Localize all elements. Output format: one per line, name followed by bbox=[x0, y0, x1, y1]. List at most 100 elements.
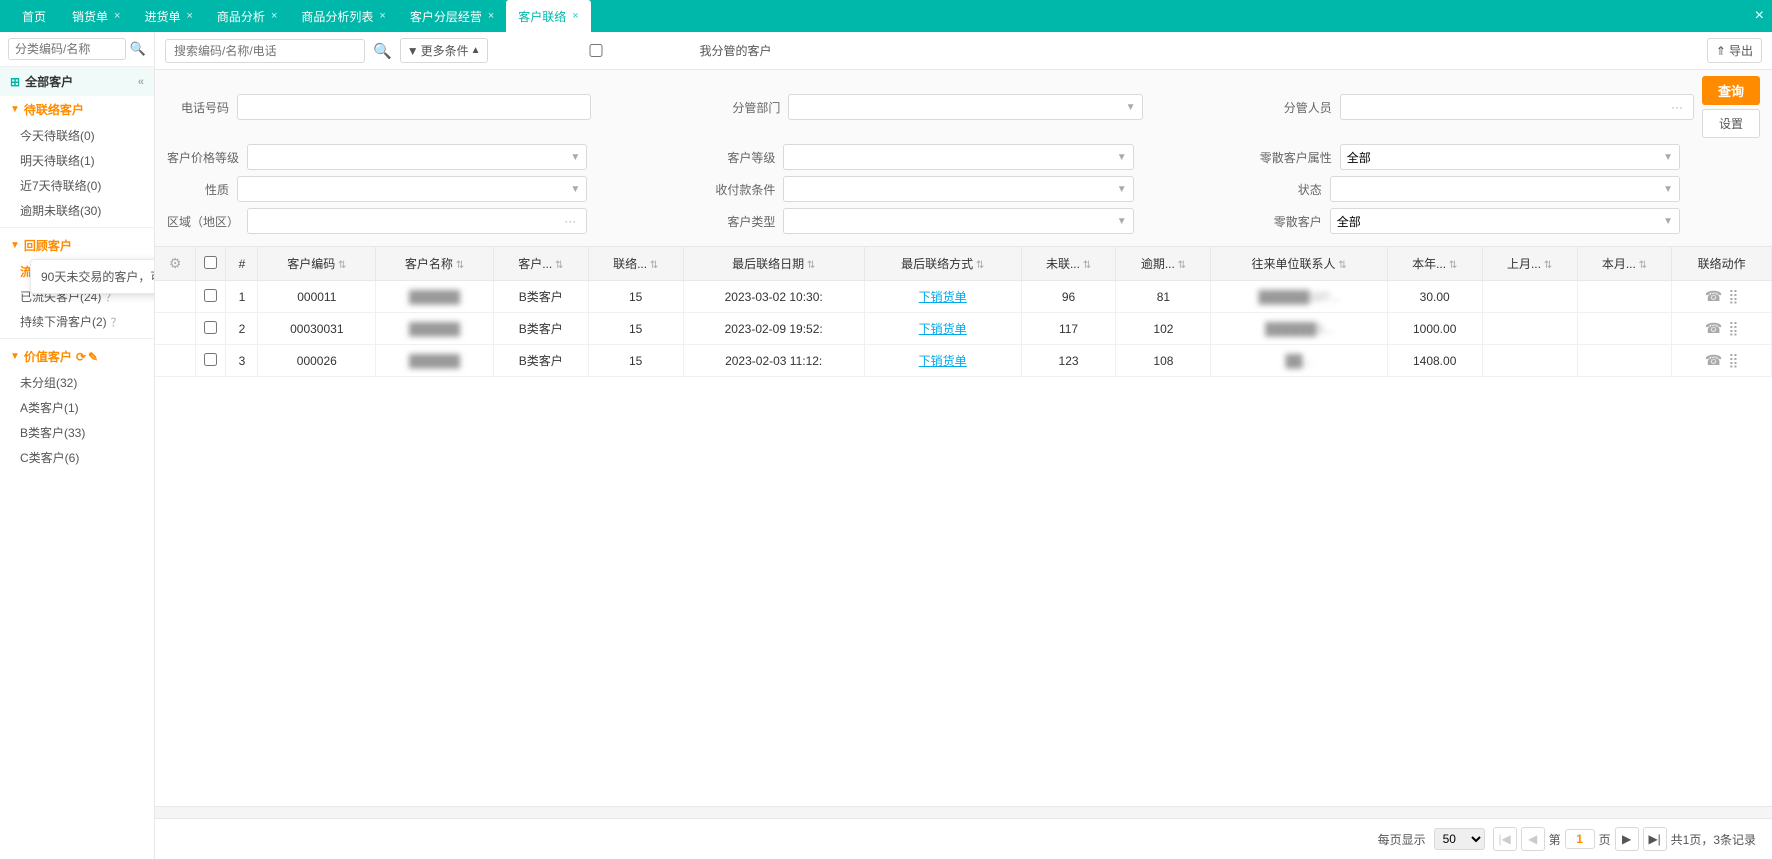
export-icon: ⇑ bbox=[1716, 44, 1726, 58]
action-contact-icon-2[interactable]: ☎ bbox=[1705, 352, 1722, 369]
sidebar-item-today[interactable]: 今天待联络(0) bbox=[0, 123, 154, 148]
th-overdue[interactable]: 逾期... bbox=[1116, 247, 1211, 281]
row-checkbox-2[interactable] bbox=[204, 353, 217, 366]
sidebar-search-icon[interactable]: 🔍 bbox=[130, 41, 146, 57]
current-page: 1 bbox=[1565, 829, 1595, 849]
action-contact-icon-0[interactable]: ☎ bbox=[1705, 288, 1722, 305]
th-this-year[interactable]: 本年... bbox=[1387, 247, 1482, 281]
query-button[interactable]: 查询 bbox=[1702, 76, 1760, 105]
th-code[interactable]: 客户编码 bbox=[258, 247, 376, 281]
collapse-sidebar-icon[interactable]: « bbox=[138, 76, 144, 88]
dept-label: 分管部门 bbox=[718, 99, 788, 116]
sidebar-all-customers[interactable]: ⊞ 全部客户 « bbox=[0, 67, 154, 96]
th-type[interactable]: 客户... bbox=[493, 247, 588, 281]
close-analysis-icon[interactable]: × bbox=[271, 10, 277, 22]
phone-input[interactable] bbox=[237, 94, 591, 120]
th-last-contact-date[interactable]: 最后联络日期 bbox=[683, 247, 864, 281]
gear-icon[interactable]: ⚙ bbox=[169, 255, 182, 271]
sidebar-group-churn[interactable]: ▼ 回顾客户 bbox=[0, 232, 154, 259]
nav-sales[interactable]: 销货单 × bbox=[60, 0, 132, 32]
table-header-row: ⚙ # 客户编码 客户名称 客户... 联络... 最后联络日期 最后联络方式 … bbox=[155, 247, 1772, 281]
retail-customer-select[interactable]: 全部 ▼ bbox=[1330, 208, 1680, 234]
staff-select[interactable]: ··· bbox=[1340, 94, 1694, 120]
more-conditions-button[interactable]: ▼ 更多条件 ▲ bbox=[400, 38, 488, 63]
customer-type-select[interactable]: ▼ bbox=[783, 208, 1133, 234]
prev-page-button[interactable]: ◀ bbox=[1521, 827, 1545, 851]
action-more-icon-2[interactable]: ⣿ bbox=[1728, 352, 1738, 369]
last-page-button[interactable]: ▶| bbox=[1643, 827, 1667, 851]
region-label: 区域（地区） bbox=[167, 213, 247, 230]
td-action: ☎ ⣿ bbox=[1672, 313, 1772, 345]
sidebar-item-a-class[interactable]: A类客户(1) bbox=[0, 395, 154, 420]
sidebar-item-overdue[interactable]: 逾期未联络(30) bbox=[0, 198, 154, 223]
td-checkbox bbox=[196, 345, 226, 377]
action-more-icon-0[interactable]: ⣿ bbox=[1728, 288, 1738, 305]
page-size-select[interactable]: 50 100 200 bbox=[1434, 828, 1485, 850]
contact-way-link-0[interactable]: 下销货单 bbox=[919, 290, 967, 304]
nav-purchase[interactable]: 进货单 × bbox=[132, 0, 204, 32]
my-customers-checkbox-label[interactable]: 我分管的客户 bbox=[496, 42, 772, 59]
sidebar-group-pending[interactable]: ▼ 待联络客户 bbox=[0, 96, 154, 123]
next-page-button[interactable]: ▶ bbox=[1615, 827, 1639, 851]
horizontal-scrollbar[interactable] bbox=[155, 806, 1772, 818]
nav-analysis-list[interactable]: 商品分析列表 × bbox=[289, 0, 397, 32]
sidebar-item-7days[interactable]: 近7天待联络(0) bbox=[0, 173, 154, 198]
nature-select[interactable]: ▼ bbox=[237, 176, 587, 202]
th-this-month[interactable]: 本月... bbox=[1577, 247, 1672, 281]
sidebar-item-c-class[interactable]: C类客户(6) bbox=[0, 445, 154, 470]
td-name: ██████ bbox=[376, 345, 494, 377]
close-all-button[interactable]: × bbox=[1755, 7, 1764, 25]
filter-payment: 收付款条件 ▼ bbox=[713, 176, 1133, 202]
filter-dept: 分管部门 ▼ bbox=[718, 94, 1142, 120]
th-historical-contact[interactable]: 往来单位联系人 bbox=[1211, 247, 1387, 281]
settings-button[interactable]: 设置 bbox=[1702, 109, 1760, 138]
contact-way-link-2[interactable]: 下销货单 bbox=[919, 354, 967, 368]
sidebar-item-declining[interactable]: 持续下滑客户(2) ？ bbox=[0, 309, 154, 334]
dept-select[interactable]: ▼ bbox=[788, 94, 1142, 120]
sidebar-search-input[interactable] bbox=[8, 38, 126, 60]
sidebar-item-ungrouped[interactable]: 未分组(32) bbox=[0, 370, 154, 395]
retail-attr-select[interactable]: 全部 ▼ bbox=[1340, 144, 1680, 170]
close-purchase-icon[interactable]: × bbox=[186, 10, 192, 22]
close-customer-contact-icon[interactable]: × bbox=[572, 10, 578, 22]
th-last-contact-way[interactable]: 最后联络方式 bbox=[864, 247, 1021, 281]
declining-question-icon: ？ bbox=[111, 314, 122, 330]
action-contact-icon-1[interactable]: ☎ bbox=[1705, 320, 1722, 337]
action-more-icon-1[interactable]: ⣿ bbox=[1728, 320, 1738, 337]
nav-home[interactable]: 首页 bbox=[8, 0, 60, 32]
first-page-button[interactable]: |◀ bbox=[1493, 827, 1517, 851]
status-select[interactable]: ▼ bbox=[1330, 176, 1680, 202]
th-contact[interactable]: 联络... bbox=[588, 247, 683, 281]
th-last-month[interactable]: 上月... bbox=[1482, 247, 1577, 281]
sidebar-item-tomorrow[interactable]: 明天待联络(1) bbox=[0, 148, 154, 173]
search-button[interactable]: 🔍 bbox=[373, 42, 392, 60]
export-button[interactable]: ⇑ 导出 bbox=[1707, 38, 1762, 63]
contact-way-link-1[interactable]: 下销货单 bbox=[919, 322, 967, 336]
sidebar-group-value[interactable]: ▼ 价值客户 ⟳ ✎ bbox=[0, 343, 154, 370]
nav-analysis[interactable]: 商品分析 × bbox=[205, 0, 289, 32]
th-uncontacted[interactable]: 未联... bbox=[1021, 247, 1116, 281]
close-sales-icon[interactable]: × bbox=[114, 10, 120, 22]
sidebar-item-b-class[interactable]: B类客户(33) bbox=[0, 420, 154, 445]
region-dots[interactable]: ··· bbox=[560, 214, 580, 228]
close-analysis-list-icon[interactable]: × bbox=[379, 10, 385, 22]
row-checkbox-0[interactable] bbox=[204, 289, 217, 302]
staff-dots[interactable]: ··· bbox=[1667, 100, 1687, 114]
nav-customer-contact[interactable]: 客户联络 × bbox=[506, 0, 590, 32]
th-gear[interactable]: ⚙ bbox=[155, 247, 196, 281]
region-select[interactable]: ··· bbox=[247, 208, 587, 234]
refresh-icon[interactable]: ⟳ bbox=[76, 350, 86, 364]
customer-level-select[interactable]: ▼ bbox=[783, 144, 1133, 170]
edit-icon[interactable]: ✎ bbox=[88, 350, 98, 364]
nav-customer-tier[interactable]: 客户分层经营 × bbox=[398, 0, 506, 32]
price-level-select[interactable]: ▼ bbox=[247, 144, 587, 170]
filter-retail-customer: 零散客户 全部 ▼ bbox=[1260, 208, 1680, 234]
my-customers-checkbox[interactable] bbox=[496, 44, 696, 57]
payment-select[interactable]: ▼ bbox=[783, 176, 1133, 202]
select-all-checkbox[interactable] bbox=[204, 256, 217, 269]
close-customer-tier-icon[interactable]: × bbox=[488, 10, 494, 22]
row-checkbox-1[interactable] bbox=[204, 321, 217, 334]
td-historical-contact: ██████107... bbox=[1211, 281, 1387, 313]
search-input[interactable] bbox=[165, 39, 365, 63]
th-name[interactable]: 客户名称 bbox=[376, 247, 494, 281]
